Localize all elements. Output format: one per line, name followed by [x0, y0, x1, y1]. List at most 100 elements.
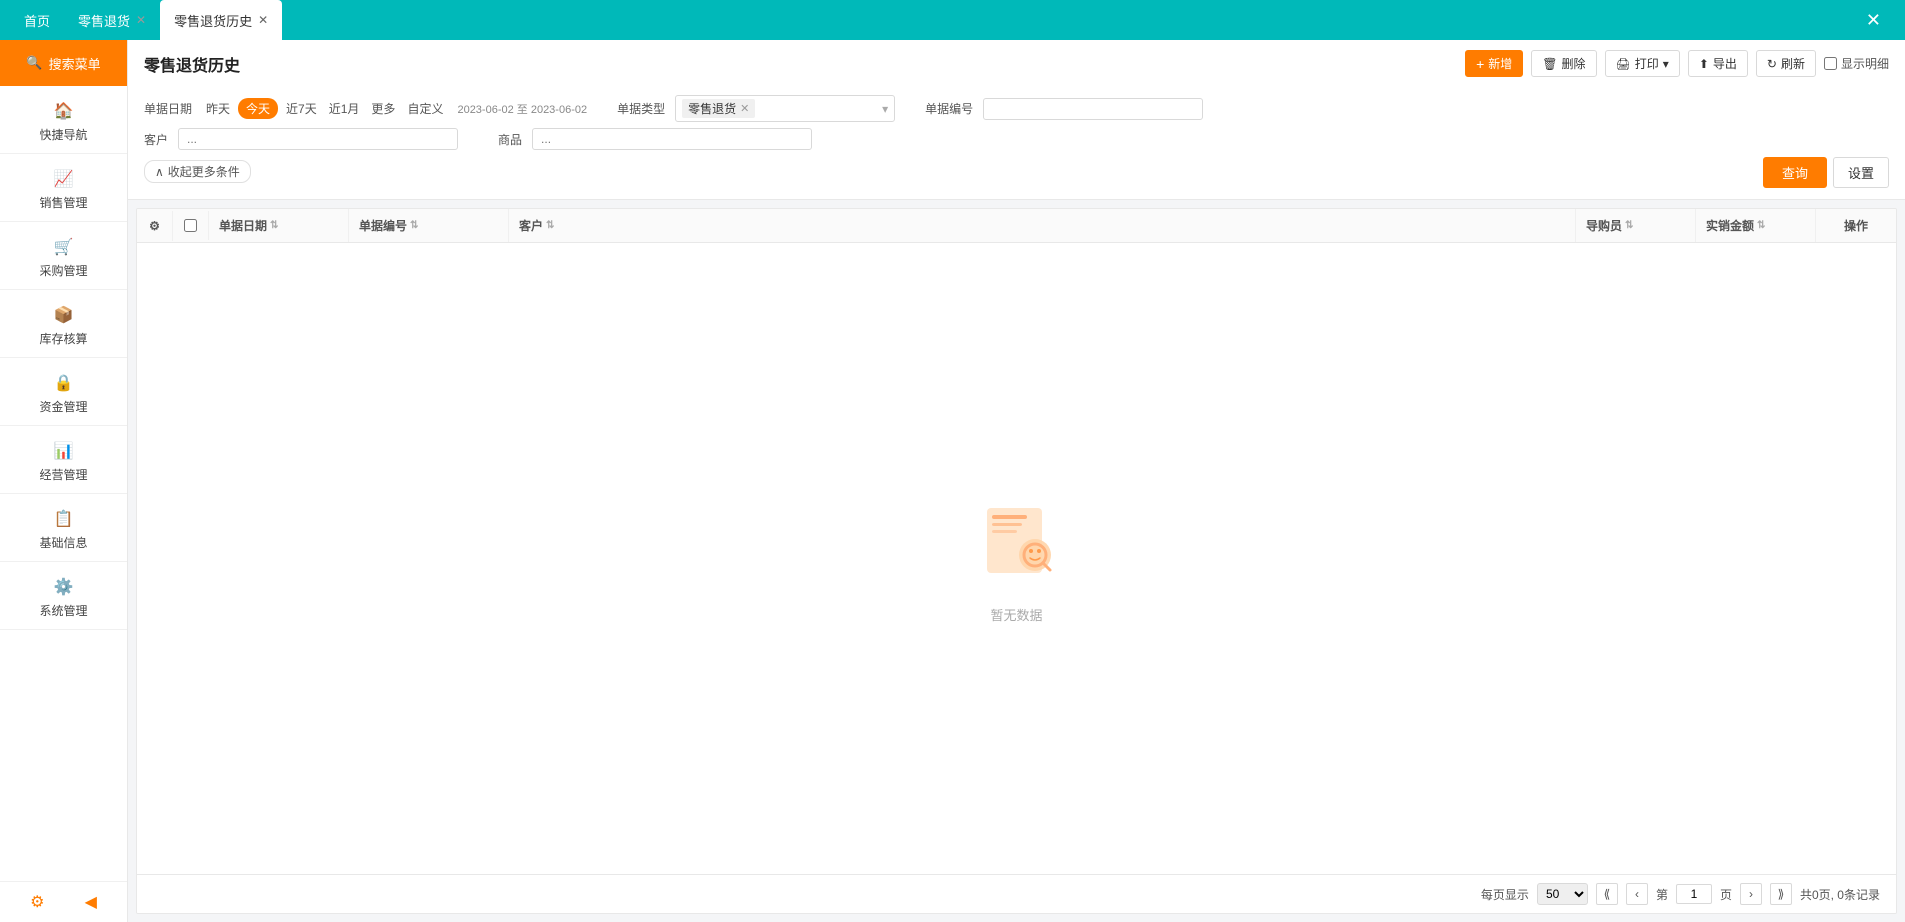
delete-button[interactable]: 🗑 删除	[1531, 50, 1596, 77]
th-action: 操作	[1816, 209, 1896, 242]
sidebar-item-home[interactable]: 🏠 快捷导航	[0, 86, 127, 154]
th-voucher-num[interactable]: 单据编号 ⇅	[349, 209, 509, 242]
tab-retail-return[interactable]: 零售退货 ✕	[64, 0, 160, 40]
th-client-sort-icon[interactable]: ⇅	[546, 220, 554, 231]
page-title-row: 零售退货历史 + 新增 🗑 删除 🖨 打印 ▾ ⬆ 导出	[144, 50, 1889, 77]
date-btn-more[interactable]: 更多	[367, 98, 399, 119]
sidebar-search-label: 搜索菜单	[49, 54, 101, 73]
print-dropdown-icon: ▾	[1663, 57, 1669, 71]
last-page-button[interactable]: ⟫	[1770, 883, 1792, 905]
new-button[interactable]: + 新增	[1465, 50, 1523, 77]
show-detail-input[interactable]	[1824, 57, 1837, 70]
collapse-sidebar-icon[interactable]: ◀	[85, 892, 97, 912]
operations-icon: 📊	[53, 440, 75, 462]
date-btn-custom[interactable]: 自定义	[403, 98, 447, 119]
date-btn-7days[interactable]: 近7天	[282, 98, 321, 119]
print-button[interactable]: 🖨 打印 ▾	[1605, 50, 1680, 77]
date-filter-label: 单据日期	[144, 100, 192, 117]
th-num-sort-icon[interactable]: ⇅	[410, 220, 418, 231]
tab-retail-return-history[interactable]: 零售退货历史 ✕	[160, 0, 282, 40]
tab-home[interactable]: 首页	[10, 0, 64, 40]
th-date-sort-icon[interactable]: ⇅	[270, 220, 278, 231]
sidebar-item-sales[interactable]: 📈 销售管理	[0, 154, 127, 222]
page-suffix: 页	[1720, 886, 1732, 903]
th-guide-sort-icon[interactable]: ⇅	[1625, 220, 1633, 231]
th-checkbox[interactable]	[173, 211, 209, 240]
new-icon: +	[1476, 56, 1484, 72]
voucher-number-input[interactable]	[983, 98, 1203, 120]
collapse-icon: ∧	[155, 165, 164, 179]
export-button[interactable]: ⬆ 导出	[1688, 50, 1748, 77]
search-icon: 🔍	[26, 55, 42, 71]
sidebar-item-label-system: 系统管理	[39, 602, 87, 619]
th-settings[interactable]: ⚙	[137, 211, 173, 241]
sidebar-item-finance[interactable]: 🔒 资金管理	[0, 358, 127, 426]
voucher-filter-label: 单据编号	[925, 100, 973, 117]
sidebar-item-label-operations: 经营管理	[39, 466, 87, 483]
close-window-button[interactable]: ✕	[1858, 6, 1889, 35]
goods-filter-label: 商品	[498, 131, 522, 148]
close-tab-retail-return[interactable]: ✕	[136, 13, 146, 27]
first-page-button[interactable]: ⟪	[1596, 883, 1618, 905]
sidebar-item-system[interactable]: ⚙️ 系统管理	[0, 562, 127, 630]
filter-area: 单据日期 昨天 今天 近7天 近1月 更多 自定义 2023-06-02 至 2…	[144, 87, 1889, 199]
th-amount[interactable]: 实销金额 ⇅	[1696, 209, 1816, 242]
sidebar-search[interactable]: 🔍 搜索菜单	[0, 40, 127, 86]
date-btn-yesterday[interactable]: 昨天	[202, 98, 234, 119]
sidebar-item-label-finance: 资金管理	[39, 398, 87, 415]
filter-row-1: 单据日期 昨天 今天 近7天 近1月 更多 自定义 2023-06-02 至 2…	[144, 95, 1889, 122]
sidebar-item-inventory[interactable]: 📦 库存核算	[0, 290, 127, 358]
table-header: ⚙ 单据日期 ⇅ 单据编号 ⇅ 客户 ⇅ 导购员	[137, 209, 1896, 243]
next-page-button[interactable]: ›	[1740, 883, 1762, 905]
close-tab-retail-return-history[interactable]: ✕	[258, 13, 268, 27]
th-action-label: 操作	[1844, 217, 1868, 234]
inventory-icon: 📦	[53, 304, 75, 326]
type-filter-label: 单据类型	[617, 100, 665, 117]
date-btn-today[interactable]: 今天	[238, 98, 278, 119]
finance-icon: 🔒	[53, 372, 75, 394]
home-icon: 🏠	[53, 100, 75, 122]
client-input[interactable]	[178, 128, 458, 150]
export-icon: ⬆	[1699, 57, 1709, 71]
sales-icon: 📈	[53, 168, 75, 190]
date-btn-1month[interactable]: 近1月	[325, 98, 364, 119]
type-tag-remove[interactable]: ✕	[740, 102, 749, 115]
sidebar-item-label-purchase: 采购管理	[39, 262, 87, 279]
sidebar: 🔍 搜索菜单 🏠 快捷导航 📈 销售管理 🛒 采购管理 📦 库存核算 🔒 资金管…	[0, 40, 128, 922]
page-title: 零售退货历史	[144, 52, 240, 76]
type-select[interactable]: 零售退货 ✕ ▾	[675, 95, 895, 122]
th-date[interactable]: 单据日期 ⇅	[209, 209, 349, 242]
type-tag-value: 零售退货 ✕	[682, 99, 755, 118]
sidebar-item-label-inventory: 库存核算	[39, 330, 87, 347]
prev-page-button[interactable]: ‹	[1626, 883, 1648, 905]
refresh-button[interactable]: ↻ 刷新	[1756, 50, 1816, 77]
main-layout: 🔍 搜索菜单 🏠 快捷导航 📈 销售管理 🛒 采购管理 📦 库存核算 🔒 资金管…	[0, 40, 1905, 922]
sidebar-item-basic-info[interactable]: 📋 基础信息	[0, 494, 127, 562]
select-all-checkbox[interactable]	[184, 219, 197, 232]
sidebar-item-operations[interactable]: 📊 经营管理	[0, 426, 127, 494]
top-bar: 首页 零售退货 ✕ 零售退货历史 ✕ ✕	[0, 0, 1905, 40]
th-client[interactable]: 客户 ⇅	[509, 209, 1576, 242]
toolbar: + 新增 🗑 删除 🖨 打印 ▾ ⬆ 导出 ↻	[1465, 50, 1889, 77]
th-guide[interactable]: 导购员 ⇅	[1576, 209, 1696, 242]
query-button[interactable]: 查询	[1763, 157, 1827, 188]
basic-info-icon: 📋	[53, 508, 75, 530]
collapse-label: 收起更多条件	[168, 163, 240, 180]
goods-input[interactable]	[532, 128, 812, 150]
th-client-label: 客户	[519, 217, 543, 234]
page-number-input[interactable]	[1676, 884, 1712, 904]
collapse-filter-button[interactable]: ∧ 收起更多条件	[144, 160, 251, 183]
th-amount-sort-icon[interactable]: ⇅	[1757, 220, 1765, 231]
sidebar-item-label-basic-info: 基础信息	[39, 534, 87, 551]
refresh-icon: ↻	[1767, 57, 1777, 71]
per-page-select[interactable]: 50 100 200	[1537, 883, 1588, 905]
settings-bottom-icon[interactable]: ⚙	[30, 892, 44, 912]
show-detail-checkbox[interactable]: 显示明细	[1824, 55, 1889, 72]
sidebar-item-purchase[interactable]: 🛒 采购管理	[0, 222, 127, 290]
table-area: ⚙ 单据日期 ⇅ 单据编号 ⇅ 客户 ⇅ 导购员	[136, 208, 1897, 914]
table-settings-icon[interactable]: ⚙	[149, 219, 160, 233]
settings-button[interactable]: 设置	[1833, 157, 1889, 188]
print-icon: 🖨	[1616, 57, 1631, 71]
top-bar-right: ✕	[1858, 6, 1905, 35]
type-select-dropdown-icon: ▾	[882, 102, 888, 116]
